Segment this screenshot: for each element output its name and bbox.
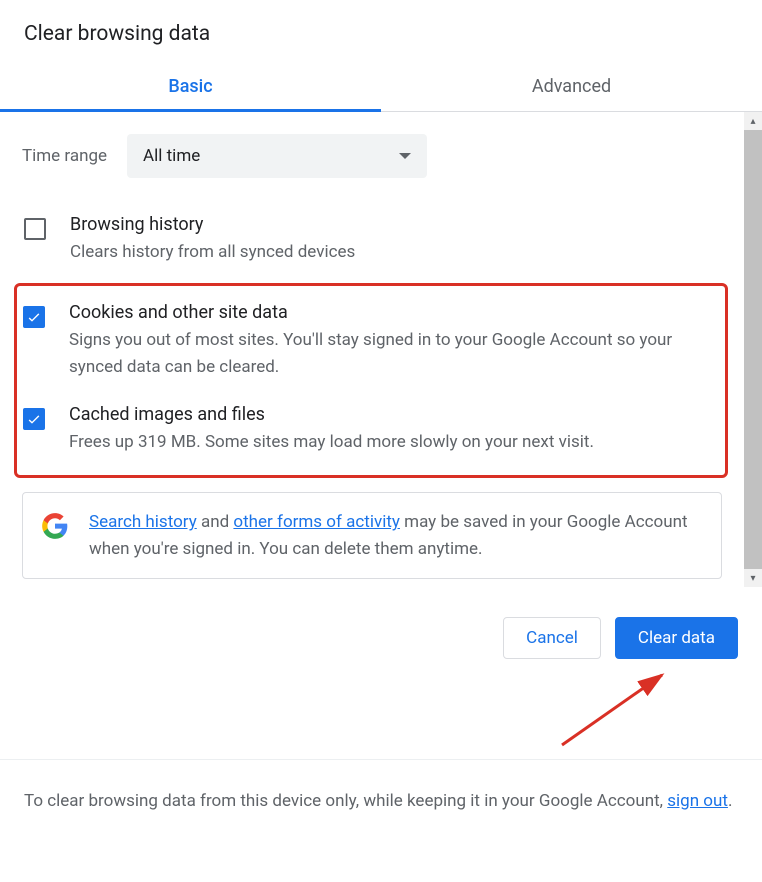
footer-note: To clear browsing data from this device … <box>0 759 762 838</box>
tab-basic[interactable]: Basic <box>0 62 381 111</box>
annotation-arrow-icon <box>552 665 682 755</box>
scrollable-content: Time range All time Browsing history Cle… <box>0 112 762 587</box>
checkbox-cookies[interactable] <box>23 306 45 328</box>
clear-browsing-data-dialog: Clear browsing data Basic Advanced Time … <box>0 0 762 838</box>
option-cache: Cached images and files Frees up 319 MB.… <box>21 398 721 473</box>
time-range-row: Time range All time <box>22 134 722 178</box>
option-title: Cached images and files <box>69 404 721 425</box>
annotation-highlight-box: Cookies and other site data Signs you ou… <box>14 283 728 478</box>
scroll-up-icon[interactable]: ▴ <box>744 112 762 130</box>
google-account-info: Search history and other forms of activi… <box>22 492 722 579</box>
option-desc: Frees up 319 MB. Some sites may load mor… <box>69 429 721 455</box>
dialog-buttons: Cancel Clear data <box>0 587 762 679</box>
link-other-activity[interactable]: other forms of activity <box>233 512 400 532</box>
option-title: Cookies and other site data <box>69 302 721 323</box>
option-browsing-history: Browsing history Clears history from all… <box>22 208 722 283</box>
option-title: Browsing history <box>70 214 722 235</box>
scroll-down-icon[interactable]: ▾ <box>744 569 762 587</box>
option-desc: Clears history from all synced devices <box>70 239 722 265</box>
time-range-select[interactable]: All time <box>127 134 427 178</box>
scrollbar[interactable]: ▴ ▾ <box>744 112 762 587</box>
time-range-value: All time <box>143 146 200 166</box>
tab-advanced[interactable]: Advanced <box>381 62 762 111</box>
cancel-button[interactable]: Cancel <box>503 617 601 659</box>
clear-data-button[interactable]: Clear data <box>615 617 738 659</box>
link-search-history[interactable]: Search history <box>89 512 197 532</box>
scroll-thumb[interactable] <box>744 130 762 569</box>
chevron-down-icon <box>399 153 411 159</box>
dialog-title: Clear browsing data <box>0 0 762 62</box>
link-sign-out[interactable]: sign out <box>667 791 728 811</box>
checkbox-cache[interactable] <box>23 408 45 430</box>
tabs: Basic Advanced <box>0 62 762 112</box>
google-logo-icon <box>41 512 69 540</box>
option-desc: Signs you out of most sites. You'll stay… <box>69 327 721 380</box>
time-range-label: Time range <box>22 146 107 166</box>
info-text: Search history and other forms of activi… <box>89 509 703 562</box>
checkbox-browsing-history[interactable] <box>24 218 46 240</box>
option-cookies: Cookies and other site data Signs you ou… <box>21 296 721 398</box>
